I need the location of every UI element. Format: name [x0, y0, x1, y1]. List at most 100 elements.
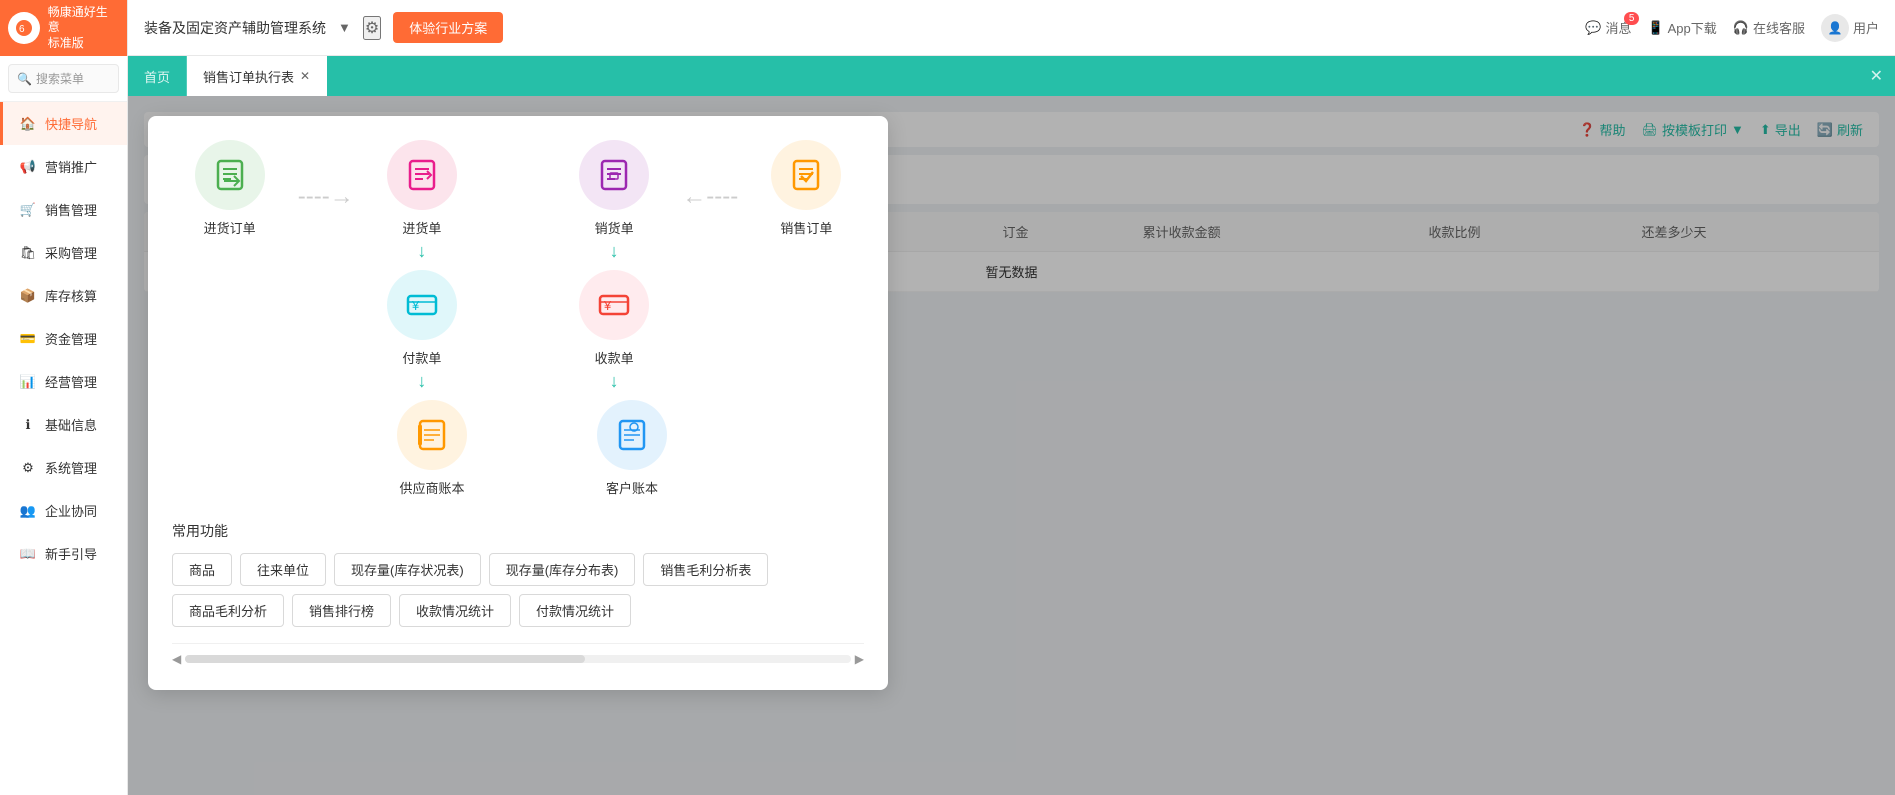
common-buttons-container: 商品 往来单位 现存量(库存状况表) 现存量(库存分布表) 销售毛利分析表 商品…	[172, 553, 864, 627]
sidebar-item-basic-info[interactable]: ℹ 基础信息	[0, 403, 127, 446]
quick-guide-popup: 进货订单 ----→ 进货单	[148, 116, 888, 690]
flow-section: 进货订单 ----→ 进货单	[172, 140, 864, 497]
avatar: 👤	[1821, 14, 1849, 42]
sidebar-item-guide[interactable]: 📖 新手引导	[0, 532, 127, 575]
cart-icon: 🛒	[19, 201, 37, 219]
sidebar-item-inventory[interactable]: 📦 库存核算	[0, 274, 127, 317]
message-button[interactable]: 💬 消息 5	[1585, 18, 1631, 37]
flow-item-sale-order[interactable]: 销售订单	[749, 140, 864, 237]
payment-bill-icon: ¥	[387, 270, 457, 340]
message-badge: 5	[1624, 12, 1640, 25]
content-area: ❓ 帮助 🖨 按模板打印 ▼ ⬆ 导出 🔄 刷新	[128, 96, 1895, 795]
payment-bill-label: 付款单	[402, 348, 441, 367]
flow-item-supplier-ledger[interactable]: 供应商账本	[372, 400, 492, 497]
common-btn-sales-rank[interactable]: 销售排行榜	[292, 594, 391, 627]
tab-sales-exec[interactable]: 销售订单执行表 ✕	[187, 56, 327, 96]
online-service-label: 在线客服	[1753, 18, 1805, 37]
system-dropdown[interactable]: ▼	[338, 20, 351, 35]
wallet-icon: 💳	[19, 330, 37, 348]
svg-text:¥: ¥	[411, 298, 420, 313]
scroll-left-icon[interactable]: ◀	[172, 652, 181, 666]
sidebar-item-finance[interactable]: 💳 资金管理	[0, 317, 127, 360]
app-download-button[interactable]: 📱 App下载	[1647, 18, 1716, 37]
settings-button[interactable]: ⚙	[363, 16, 381, 40]
sidebar-item-label: 库存核算	[45, 286, 97, 305]
customer-ledger-icon	[597, 400, 667, 470]
team-icon: 👥	[19, 502, 37, 520]
purchase-bill-label: 进货单	[402, 218, 441, 237]
scrollbar-thumb[interactable]	[185, 655, 584, 663]
header-actions: 💬 消息 5 📱 App下载 🎧 在线客服 👤 用户	[1585, 14, 1879, 42]
sale-order-label: 销售订单	[780, 218, 832, 237]
sale-order-icon	[771, 140, 841, 210]
popup-overlay: 进货订单 ----→ 进货单	[128, 96, 1895, 795]
common-btn-sales-profit[interactable]: 销售毛利分析表	[643, 553, 768, 586]
tab-close-icon[interactable]: ✕	[300, 69, 310, 83]
sidebar-item-marketing[interactable]: 📢 营销推广	[0, 145, 127, 188]
sidebar-item-label: 销售管理	[45, 200, 97, 219]
sidebar-search-area: 🔍 搜索菜单	[0, 56, 127, 102]
common-btn-counterpart[interactable]: 往来单位	[240, 553, 326, 586]
common-section-title: 常用功能	[172, 521, 864, 541]
popup-scrollbar: ◀ ▶	[172, 643, 864, 666]
search-menu-label: 搜索菜单	[36, 70, 84, 87]
common-btn-stock-dist[interactable]: 现存量(库存分布表)	[489, 553, 636, 586]
info-icon: ℹ	[19, 416, 37, 434]
box-icon: 📦	[19, 287, 37, 305]
user-button[interactable]: 👤 用户	[1821, 14, 1879, 42]
settings-icon: ⚙	[19, 459, 37, 477]
common-btn-payment-stats[interactable]: 付款情况统计	[519, 594, 631, 627]
main-area: 装备及固定资产辅助管理系统 ▼ ⚙ 体验行业方案 💬 消息 5 📱 App下载 …	[128, 0, 1895, 795]
flow-item-customer-ledger[interactable]: 客户账本	[572, 400, 692, 497]
sidebar-item-system[interactable]: ⚙ 系统管理	[0, 446, 127, 489]
common-btn-receipt-stats[interactable]: 收款情况统计	[399, 594, 511, 627]
sidebar-item-label: 营销推广	[45, 157, 97, 176]
scroll-right-icon[interactable]: ▶	[855, 652, 864, 666]
sidebar-item-quick-nav[interactable]: 🏠 快捷导航	[0, 102, 127, 145]
sidebar-item-label: 采购管理	[45, 243, 97, 262]
purchase-bill-icon	[387, 140, 457, 210]
sidebar-item-operation[interactable]: 📊 经营管理	[0, 360, 127, 403]
flow-item-receipt-bill[interactable]: ¥ 收款单	[556, 270, 671, 367]
logo-text: 畅康通好生意 标准版	[48, 5, 119, 52]
flow-item-payment-bill[interactable]: ¥ 付款单	[364, 270, 479, 367]
experience-button[interactable]: 体验行业方案	[393, 12, 503, 43]
flow-item-sale-bill[interactable]: 销货单	[556, 140, 671, 237]
common-btn-stock-status[interactable]: 现存量(库存状况表)	[334, 553, 481, 586]
common-btn-product-profit[interactable]: 商品毛利分析	[172, 594, 284, 627]
sale-bill-label: 销货单	[595, 218, 634, 237]
tab-close-all[interactable]: ✕	[1858, 66, 1895, 86]
sidebar-item-enterprise[interactable]: 👥 企业协同	[0, 489, 127, 532]
user-label: 用户	[1853, 18, 1879, 37]
supplier-ledger-icon	[397, 400, 467, 470]
app-download-label: App下载	[1668, 18, 1717, 37]
message-icon: 💬	[1585, 20, 1601, 36]
tab-home[interactable]: 首页	[128, 56, 187, 96]
receipt-bill-icon: ¥	[579, 270, 649, 340]
online-service-button[interactable]: 🎧 在线客服	[1733, 18, 1805, 37]
search-menu-button[interactable]: 🔍 搜索菜单	[8, 64, 119, 93]
flow-item-purchase-order[interactable]: 进货订单	[172, 140, 287, 237]
sidebar-item-sales[interactable]: 🛒 销售管理	[0, 188, 127, 231]
purchase-order-icon	[195, 140, 265, 210]
sidebar-nav: 🏠 快捷导航 📢 营销推广 🛒 销售管理 🛍 采购管理 📦 库存核算 💳	[0, 102, 127, 795]
tab-sales-exec-label: 销售订单执行表	[203, 67, 294, 86]
flow-item-purchase-bill[interactable]: 进货单	[364, 140, 479, 237]
purchase-order-label: 进货订单	[204, 218, 256, 237]
sidebar-item-label: 资金管理	[45, 329, 97, 348]
common-section: 常用功能 商品 往来单位 现存量(库存状况表) 现存量(库存分布表) 销售毛利分…	[172, 521, 864, 627]
sidebar-item-label: 系统管理	[45, 458, 97, 477]
tab-bar: 首页 销售订单执行表 ✕ ✕	[128, 56, 1895, 96]
supplier-ledger-label: 供应商账本	[399, 478, 464, 497]
sidebar-item-label: 经营管理	[45, 372, 97, 391]
common-btn-product[interactable]: 商品	[172, 553, 232, 586]
app-logo: 6 畅康通好生意 标准版	[0, 0, 127, 56]
sidebar-item-label: 新手引导	[45, 544, 97, 563]
sale-bill-icon	[579, 140, 649, 210]
receipt-bill-label: 收款单	[595, 348, 634, 367]
sidebar-item-purchase[interactable]: 🛍 采购管理	[0, 231, 127, 274]
guide-icon: 📖	[19, 545, 37, 563]
customer-ledger-label: 客户账本	[606, 478, 658, 497]
download-icon: 📱	[1647, 20, 1663, 36]
svg-text:¥: ¥	[603, 298, 612, 313]
